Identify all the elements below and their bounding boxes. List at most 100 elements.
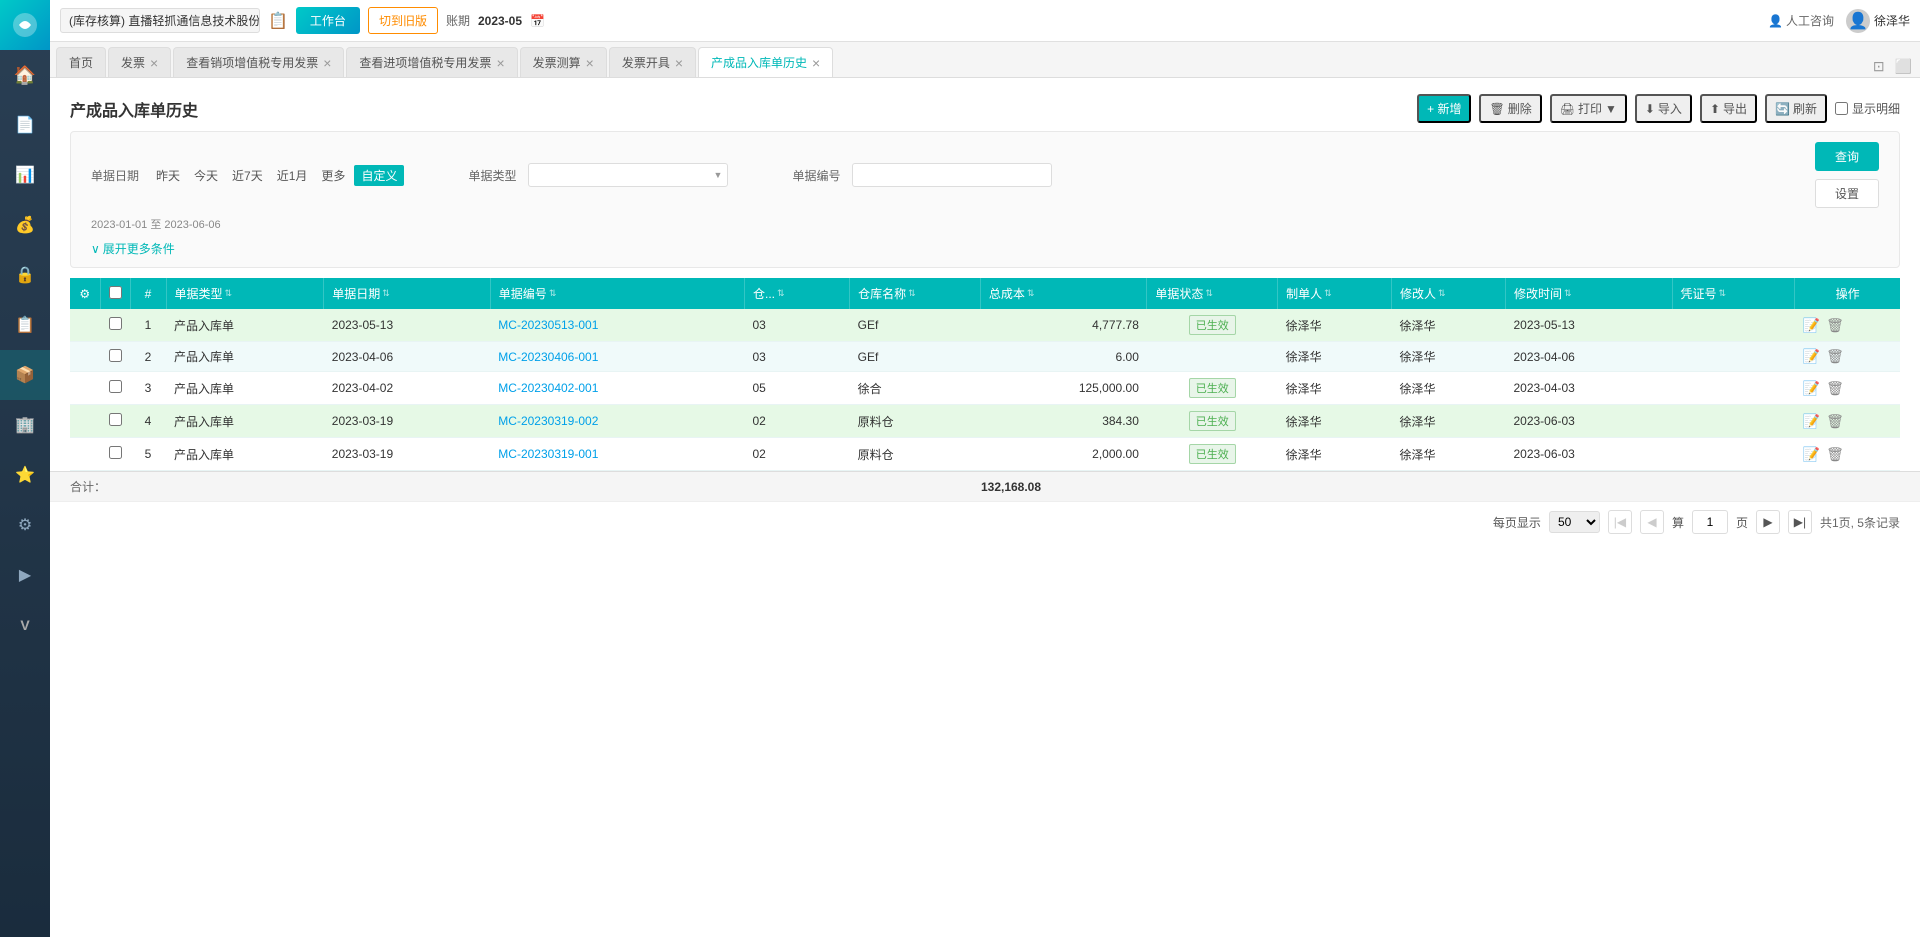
switch-version-button[interactable]: 切到旧版: [368, 7, 438, 34]
tab-invoice-issue-close[interactable]: ×: [675, 56, 683, 70]
prev-page-button[interactable]: ◀: [1640, 510, 1664, 534]
th-warehouse-name[interactable]: 仓库名称⇅: [850, 278, 981, 309]
help-button[interactable]: 👤 人工咨询: [1768, 12, 1834, 29]
sidebar-item-finance[interactable]: 💰: [0, 200, 50, 250]
row-type: 产品入库单: [166, 372, 324, 405]
row-number-link[interactable]: MC-20230406-001: [498, 350, 598, 364]
user-info[interactable]: 👤 徐泽华: [1846, 9, 1910, 33]
sidebar-item-reports[interactable]: 📋: [0, 300, 50, 350]
th-number[interactable]: 单据编号⇅: [490, 278, 744, 309]
th-warehouse-code[interactable]: 仓...⇅: [744, 278, 849, 309]
import-button[interactable]: ⬇ 导入: [1635, 94, 1692, 123]
row-delete-button[interactable]: 🗑: [1826, 317, 1844, 334]
window-restore-button[interactable]: ⊡: [1871, 56, 1887, 77]
tab-invoice-close[interactable]: ×: [150, 56, 158, 70]
row-checkbox[interactable]: [109, 413, 122, 426]
page-number-input[interactable]: [1692, 510, 1728, 534]
th-modifier[interactable]: 修改人⇅: [1392, 278, 1506, 309]
today-btn[interactable]: 今天: [189, 166, 223, 185]
th-cost[interactable]: 总成本⇅: [980, 278, 1147, 309]
calendar-icon[interactable]: 📅: [530, 14, 545, 28]
row-edit-button[interactable]: 📝: [1803, 380, 1820, 397]
print-button[interactable]: 🖨 打印 ▼: [1550, 94, 1627, 123]
new-button[interactable]: + 新增: [1417, 94, 1471, 123]
more-btn[interactable]: 更多: [316, 166, 350, 185]
row-number-link[interactable]: MC-20230319-002: [498, 414, 598, 428]
th-status[interactable]: 单据状态⇅: [1147, 278, 1278, 309]
sidebar-item-home[interactable]: 🏠: [0, 50, 50, 100]
workbench-button[interactable]: 工作台: [296, 7, 360, 34]
sidebar-item-star[interactable]: ⭐: [0, 450, 50, 500]
per-page-select[interactable]: 50 20 100 200: [1549, 511, 1600, 533]
refresh-button[interactable]: 🔄 刷新: [1765, 94, 1827, 123]
select-all-checkbox[interactable]: [109, 286, 122, 299]
row-edit-button[interactable]: 📝: [1803, 446, 1820, 463]
next-page-button[interactable]: ▶: [1756, 510, 1780, 534]
sidebar-item-analytics[interactable]: 📊: [0, 150, 50, 200]
row-delete-button[interactable]: 🗑: [1826, 348, 1844, 365]
page-label: 算: [1672, 514, 1684, 531]
row-checkbox[interactable]: [109, 317, 122, 330]
sidebar-item-security[interactable]: 🔒: [0, 250, 50, 300]
th-maker[interactable]: 制单人⇅: [1278, 278, 1392, 309]
expand-filter-button[interactable]: ∨ 展开更多条件: [91, 240, 1879, 257]
last7days-btn[interactable]: 近7天: [227, 166, 268, 185]
row-number-link[interactable]: MC-20230319-001: [498, 447, 598, 461]
tab-purchase-vat-close[interactable]: ×: [496, 56, 504, 70]
sidebar-item-inventory[interactable]: 📦: [0, 350, 50, 400]
th-checkbox[interactable]: [100, 278, 130, 309]
row-checkbox[interactable]: [109, 446, 122, 459]
sidebar-item-play[interactable]: ▶: [0, 550, 50, 600]
app-logo[interactable]: [0, 0, 50, 50]
th-voucher[interactable]: 凭证号⇅: [1672, 278, 1795, 309]
doc-num-input[interactable]: [852, 163, 1052, 187]
query-button[interactable]: 查询: [1815, 142, 1879, 171]
yesterday-btn[interactable]: 昨天: [151, 166, 185, 185]
doc-type-select[interactable]: [528, 163, 728, 187]
row-number-link[interactable]: MC-20230402-001: [498, 381, 598, 395]
sidebar-item-documents[interactable]: 📄: [0, 100, 50, 150]
last1month-btn[interactable]: 近1月: [272, 166, 313, 185]
custom-btn[interactable]: 自定义: [354, 165, 404, 186]
row-edit-button[interactable]: 📝: [1803, 317, 1820, 334]
delete-button[interactable]: 🗑 删除: [1479, 94, 1541, 123]
company-name: (库存核算) 直播轻抓通信息技术股份...: [69, 12, 260, 29]
th-type[interactable]: 单据类型⇅: [166, 278, 324, 309]
tab-invoice[interactable]: 发票 ×: [108, 47, 171, 77]
row-delete-button[interactable]: 🗑: [1826, 380, 1844, 397]
row-delete-button[interactable]: 🗑: [1826, 446, 1844, 463]
last-page-button[interactable]: ▶|: [1788, 510, 1812, 534]
th-settings[interactable]: ⚙: [70, 278, 100, 309]
th-modify-time[interactable]: 修改时间⇅: [1505, 278, 1672, 309]
tab-product-in[interactable]: 产成品入库单历史 ×: [698, 47, 833, 77]
table-header-row: ⚙ # 单据类型⇅ 单据日期⇅ 单据编号⇅ 仓...⇅ 仓库名称⇅ 总成本⇅ 单…: [70, 278, 1900, 309]
tab-purchase-vat[interactable]: 查看进项增值税专用发票 ×: [346, 47, 517, 77]
row-edit-button[interactable]: 📝: [1803, 348, 1820, 365]
tab-product-in-close[interactable]: ×: [812, 56, 820, 70]
tab-invoice-issue[interactable]: 发票开具 ×: [609, 47, 696, 77]
export-button[interactable]: ⬆ 导出: [1700, 94, 1757, 123]
sidebar-item-settings[interactable]: ⚙: [0, 500, 50, 550]
tab-home[interactable]: 首页: [56, 47, 106, 77]
company-selector[interactable]: (库存核算) 直播轻抓通信息技术股份... ▼: [60, 8, 260, 33]
row-checkbox[interactable]: [109, 349, 122, 362]
row-checkbox[interactable]: [109, 380, 122, 393]
tab-sales-vat-close[interactable]: ×: [323, 56, 331, 70]
first-page-button[interactable]: |◀: [1608, 510, 1632, 534]
doc-icon[interactable]: 📋: [268, 11, 288, 31]
tab-sales-vat[interactable]: 查看销项增值税专用发票 ×: [173, 47, 344, 77]
th-date[interactable]: 单据日期⇅: [324, 278, 491, 309]
sidebar-item-company[interactable]: 🏢: [0, 400, 50, 450]
row-edit-button[interactable]: 📝: [1803, 413, 1820, 430]
tab-invoice-calc[interactable]: 发票测算 ×: [520, 47, 607, 77]
row-modifier: 徐泽华: [1392, 372, 1506, 405]
row-number-link[interactable]: MC-20230513-001: [498, 318, 598, 332]
window-maximize-button[interactable]: ⬜: [1893, 56, 1914, 77]
show-detail-checkbox[interactable]: [1835, 102, 1848, 115]
row-number: MC-20230513-001: [490, 309, 744, 342]
set-button[interactable]: 设置: [1815, 179, 1879, 208]
tab-invoice-calc-close[interactable]: ×: [586, 56, 594, 70]
table-row: 1 产品入库单 2023-05-13 MC-20230513-001 03 GE…: [70, 309, 1900, 342]
row-delete-button[interactable]: 🗑: [1826, 413, 1844, 430]
sidebar-item-version[interactable]: V: [0, 600, 50, 650]
